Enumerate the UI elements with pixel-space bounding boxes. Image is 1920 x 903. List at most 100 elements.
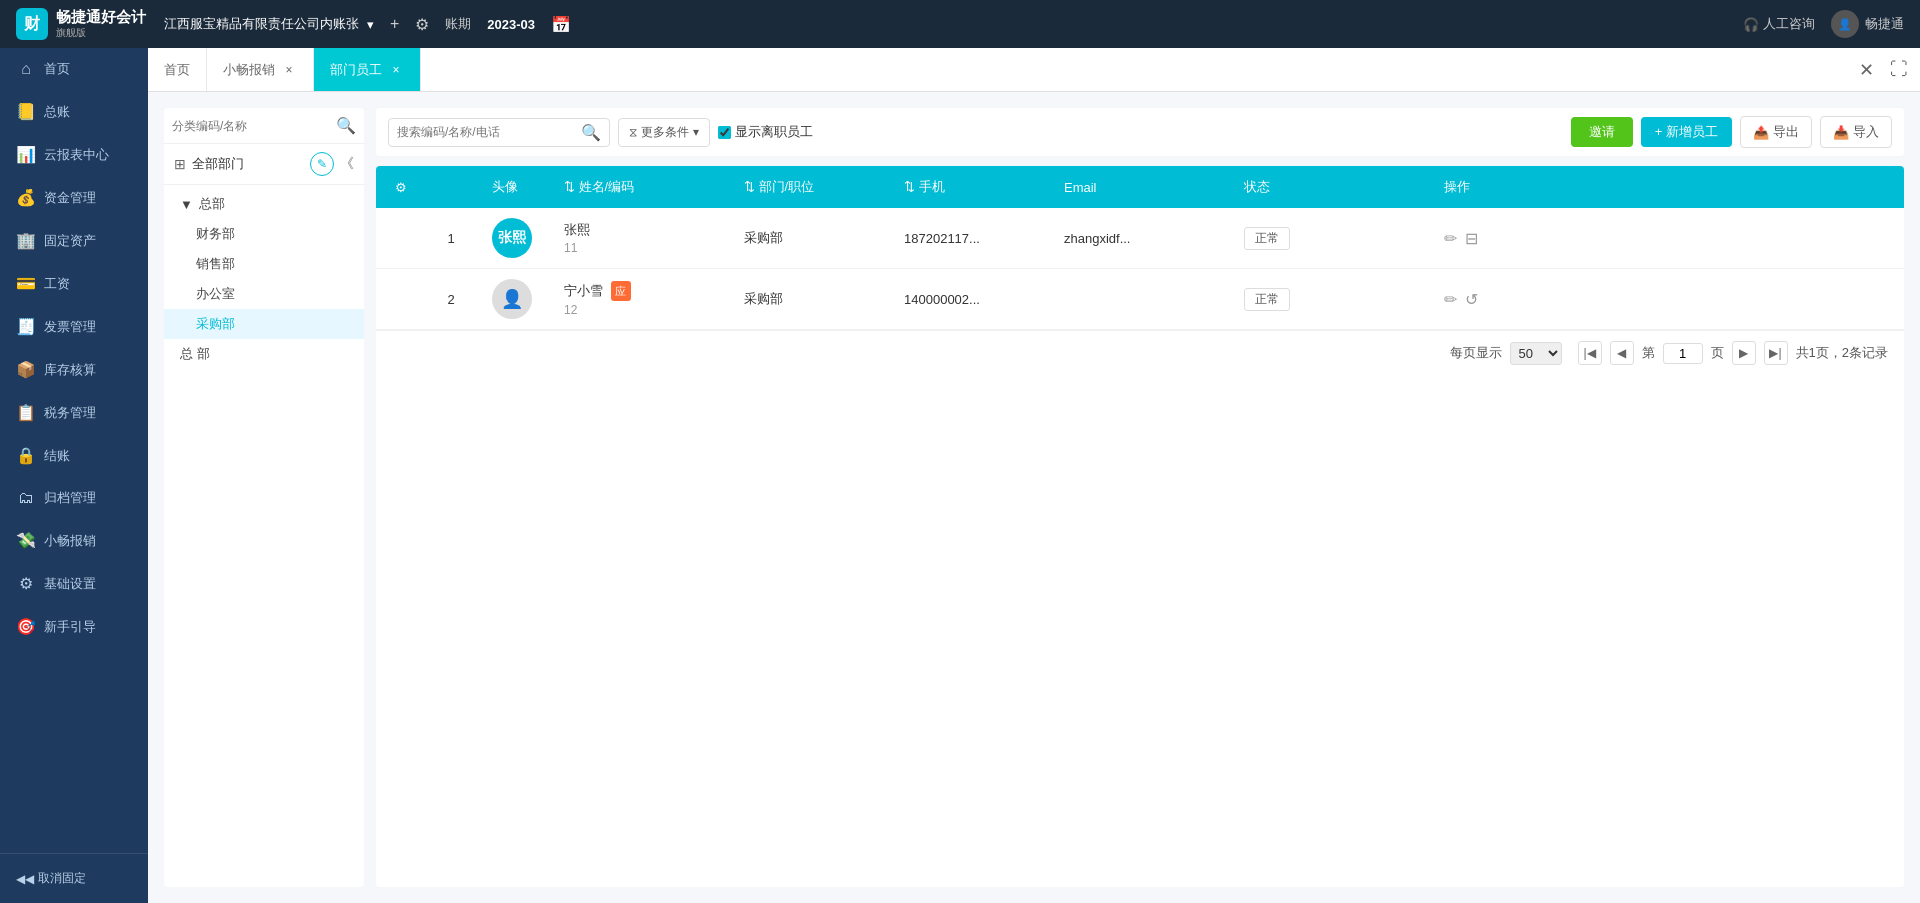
- table-body: 1 张熙 张熙 11 采购部: [376, 208, 1904, 330]
- sidebar-item-ledger[interactable]: 📒 总账: [0, 90, 148, 133]
- calendar-icon[interactable]: 📅: [551, 15, 571, 34]
- show-resigned-checkbox[interactable]: [718, 126, 731, 139]
- first-page-button[interactable]: |◀: [1578, 341, 1602, 365]
- table-row: 2 👤 宁小雪 应: [376, 269, 1904, 330]
- page-content: 🔍 ⊞ 全部部门 ✎ 《 ▼ 总部 财务部: [148, 92, 1920, 903]
- dept-grid-icon: ⊞: [174, 156, 186, 172]
- tab-close-icon[interactable]: ✕: [1855, 55, 1878, 85]
- search-icon[interactable]: 🔍: [581, 123, 601, 142]
- row1-avatar: 张熙: [476, 208, 548, 269]
- per-page-select[interactable]: 50 10 20 100: [1510, 342, 1562, 365]
- row2-emp-code: 12: [564, 303, 631, 317]
- export-icon: 📤: [1753, 125, 1769, 140]
- sidebar-item-expense[interactable]: 💸 小畅报销: [0, 519, 148, 562]
- archive-icon: 🗂: [16, 489, 36, 507]
- col-settings[interactable]: ⚙: [376, 166, 426, 208]
- settings-nav-icon: ⚙: [16, 574, 36, 593]
- tab-employees-label: 部门员工: [330, 61, 382, 79]
- all-dept-label: 全部部门: [192, 155, 304, 173]
- dept-item-sales[interactable]: 销售部: [164, 249, 364, 279]
- more-filter-button[interactable]: ⧖ 更多条件 ▾: [618, 118, 710, 147]
- row2-status: 正常: [1228, 269, 1428, 330]
- settings-icon[interactable]: ⚙: [415, 15, 429, 34]
- sidebar-item-archive[interactable]: 🗂 归档管理: [0, 477, 148, 519]
- tab-expense-close[interactable]: ×: [281, 62, 297, 78]
- sidebar-item-tax[interactable]: 📋 税务管理: [0, 391, 148, 434]
- col-dept[interactable]: ⇅ 部门/职位: [728, 166, 888, 208]
- dept-item-hq2[interactable]: 总 部: [164, 339, 364, 369]
- user-area[interactable]: 👤 畅捷通: [1831, 10, 1904, 38]
- company-selector[interactable]: 江西服宝精品有限责任公司内账张 ▾: [164, 15, 374, 33]
- logo-icon: 财: [16, 8, 48, 40]
- row2-dept: 采购部: [728, 269, 888, 330]
- row1-email: zhangxidf...: [1048, 208, 1228, 269]
- dept-label-sales: 销售部: [196, 255, 235, 273]
- support-button[interactable]: 🎧 人工咨询: [1743, 15, 1815, 33]
- total-info: 共1页，2条记录: [1796, 344, 1888, 362]
- tab-employees-close[interactable]: ×: [388, 62, 404, 78]
- col-phone[interactable]: ⇅ 手机: [888, 166, 1048, 208]
- add-tab-icon[interactable]: +: [390, 15, 399, 33]
- logo-text-group: 畅捷通好会计 旗舰版: [56, 8, 146, 40]
- dept-item-finance[interactable]: 财务部: [164, 219, 364, 249]
- filter-icon: ⧖: [629, 125, 637, 139]
- row1-logout-icon[interactable]: ⊟: [1465, 229, 1478, 248]
- sidebar-item-inventory[interactable]: 📦 库存核算: [0, 348, 148, 391]
- dept-search-icon[interactable]: 🔍: [336, 116, 356, 135]
- dept-item-office[interactable]: 办公室: [164, 279, 364, 309]
- tab-expense-label: 小畅报销: [223, 61, 275, 79]
- sidebar-item-reports[interactable]: 📊 云报表中心: [0, 133, 148, 176]
- tab-home[interactable]: 首页: [148, 48, 207, 91]
- show-resigned-checkbox-area[interactable]: 显示离职员工: [718, 123, 813, 141]
- company-name: 江西服宝精品有限责任公司内账张: [164, 15, 359, 33]
- import-button[interactable]: 📥 导入: [1820, 116, 1892, 148]
- row2-delete-icon[interactable]: ↺: [1465, 290, 1478, 309]
- last-page-button[interactable]: ▶|: [1764, 341, 1788, 365]
- dept-edit-button[interactable]: ✎: [310, 152, 334, 176]
- filter-dropdown-icon: ▾: [693, 125, 699, 139]
- tab-expense[interactable]: 小畅报销 ×: [207, 48, 314, 91]
- prev-page-button[interactable]: ◀: [1610, 341, 1634, 365]
- col-name[interactable]: ⇅ 姓名/编码: [548, 166, 728, 208]
- row1-actions: ✏ ⊟: [1428, 208, 1904, 269]
- sidebar-item-funds[interactable]: 💰 资金管理: [0, 176, 148, 219]
- tab-employees[interactable]: 部门员工 ×: [314, 48, 421, 91]
- add-employee-button[interactable]: + 新增员工: [1641, 117, 1732, 147]
- sidebar-item-closing[interactable]: 🔒 结账: [0, 434, 148, 477]
- dept-item-hq[interactable]: ▼ 总部: [164, 189, 364, 219]
- sidebar-label-home: 首页: [44, 60, 70, 78]
- sidebar-item-guide[interactable]: 🎯 新手引导: [0, 605, 148, 648]
- dept-item-purchase[interactable]: 采购部: [164, 309, 364, 339]
- sidebar-item-settings[interactable]: ⚙ 基础设置: [0, 562, 148, 605]
- app-name: 畅捷通好会计: [56, 8, 146, 26]
- dept-search-input[interactable]: [172, 119, 332, 133]
- home-icon: ⌂: [16, 60, 36, 78]
- sidebar-item-salary[interactable]: 💳 工资: [0, 262, 148, 305]
- page-label-ye: 页: [1711, 344, 1724, 362]
- page-number-input[interactable]: [1663, 343, 1703, 364]
- dept-search-area: 🔍: [164, 108, 364, 144]
- dept-collapse-icon[interactable]: 《: [340, 155, 354, 173]
- sidebar-item-assets[interactable]: 🏢 固定资产: [0, 219, 148, 262]
- tab-expand-icon[interactable]: ⛶: [1886, 55, 1912, 84]
- invite-button[interactable]: 邀请: [1571, 117, 1633, 147]
- sidebar-item-invoice[interactable]: 🧾 发票管理: [0, 305, 148, 348]
- sidebar-label-settings: 基础设置: [44, 575, 96, 593]
- employee-search-input[interactable]: [397, 125, 577, 139]
- sidebar-item-home[interactable]: ⌂ 首页: [0, 48, 148, 90]
- sidebar-label-guide: 新手引导: [44, 618, 96, 636]
- cancel-fixed-button[interactable]: ◀◀ 取消固定: [0, 862, 148, 895]
- row2-edit-icon[interactable]: ✏: [1444, 290, 1457, 309]
- export-button[interactable]: 📤 导出: [1740, 116, 1812, 148]
- assets-icon: 🏢: [16, 231, 36, 250]
- row1-name: 张熙 11: [548, 208, 728, 269]
- inventory-icon: 📦: [16, 360, 36, 379]
- import-label: 导入: [1853, 123, 1879, 141]
- row1-edit-icon[interactable]: ✏: [1444, 229, 1457, 248]
- col-num: [426, 166, 476, 208]
- next-page-button[interactable]: ▶: [1732, 341, 1756, 365]
- row2-select: [376, 269, 426, 330]
- expense-icon: 💸: [16, 531, 36, 550]
- invoice-icon: 🧾: [16, 317, 36, 336]
- row2-phone: 140000002...: [888, 269, 1048, 330]
